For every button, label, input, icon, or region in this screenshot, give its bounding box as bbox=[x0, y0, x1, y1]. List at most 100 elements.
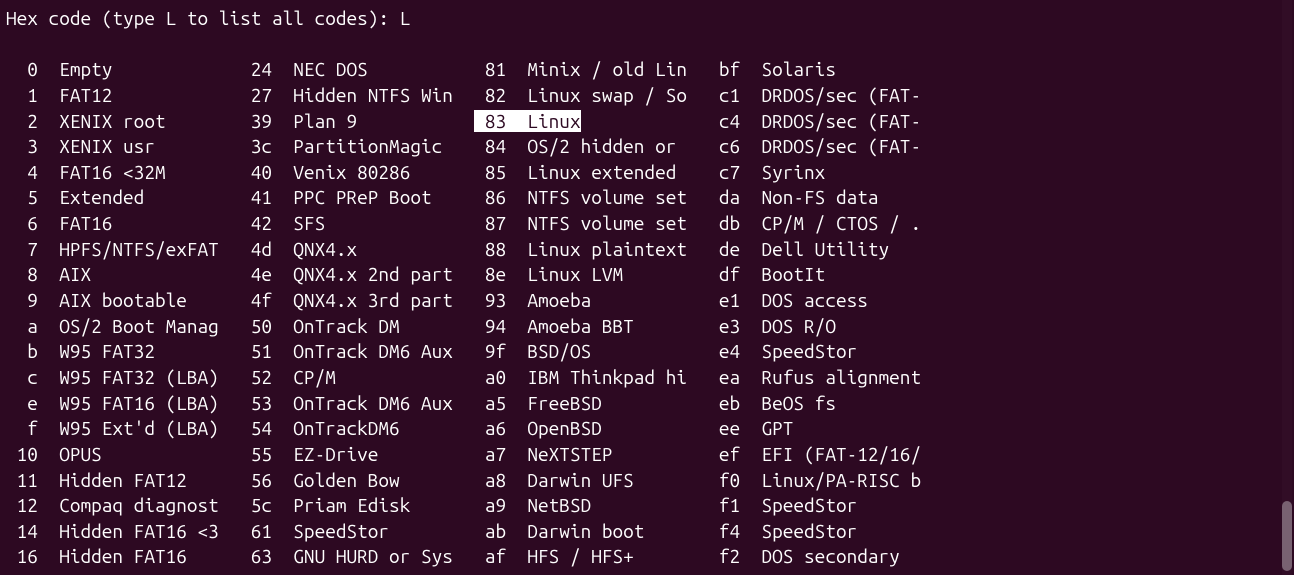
selected-partition-type: 83 Linux bbox=[474, 110, 580, 132]
partition-code: 55 bbox=[240, 443, 272, 465]
partition-code: 14 bbox=[6, 520, 38, 542]
partition-name: OPUS bbox=[59, 443, 240, 465]
partition-code: e3 bbox=[708, 315, 740, 337]
partition-code: e1 bbox=[708, 289, 740, 311]
partition-code: 24 bbox=[240, 58, 272, 80]
partition-name: CP/M / CTOS / . bbox=[761, 212, 942, 234]
partition-code: f1 bbox=[708, 494, 740, 516]
partition-name: Priam Edisk bbox=[293, 494, 474, 516]
partition-code: 93 bbox=[474, 289, 506, 311]
partition-code: 0 bbox=[6, 58, 38, 80]
partition-name: Plan 9 bbox=[293, 110, 474, 132]
partition-code: ee bbox=[708, 417, 740, 439]
partition-name: Darwin UFS bbox=[527, 469, 708, 491]
scrollbar-track[interactable] bbox=[1282, 0, 1292, 575]
partition-name: OnTrackDM6 bbox=[293, 417, 474, 439]
partition-code: 7 bbox=[6, 238, 38, 260]
partition-name: GPT bbox=[761, 417, 942, 439]
partition-name: SpeedStor bbox=[761, 340, 942, 362]
partition-code: 8e bbox=[474, 263, 506, 285]
partition-name: OnTrack DM bbox=[293, 315, 474, 337]
terminal-screen[interactable]: Hex code (type L to list all codes): L 0… bbox=[6, 6, 1288, 569]
partition-name: Syrinx bbox=[761, 161, 942, 183]
partition-name: Empty bbox=[59, 58, 240, 80]
partition-code: 86 bbox=[474, 186, 506, 208]
partition-name: QNX4.x 2nd part bbox=[293, 263, 474, 285]
partition-name: QNX4.x 3rd part bbox=[293, 289, 474, 311]
partition-name: NeXTSTEP bbox=[527, 443, 708, 465]
partition-name: DRDOS/sec (FAT- bbox=[761, 84, 942, 106]
partition-name: DRDOS/sec (FAT- bbox=[761, 135, 942, 157]
partition-name: DOS R/O bbox=[761, 315, 942, 337]
partition-code: 4e bbox=[240, 263, 272, 285]
partition-name: FAT12 bbox=[59, 84, 240, 106]
partition-name: BSD/OS bbox=[527, 340, 708, 362]
partition-code: da bbox=[708, 186, 740, 208]
partition-code: c4 bbox=[708, 110, 740, 132]
partition-code: f0 bbox=[708, 469, 740, 491]
partition-code: 61 bbox=[240, 520, 272, 542]
partition-code: ef bbox=[708, 443, 740, 465]
partition-code: 16 bbox=[6, 545, 38, 567]
partition-code: 54 bbox=[240, 417, 272, 439]
partition-name: Hidden NTFS Win bbox=[293, 84, 474, 106]
partition-name: DRDOS/sec (FAT- bbox=[761, 110, 942, 132]
partition-name: QNX4.x bbox=[293, 238, 474, 260]
partition-name: Rufus alignment bbox=[761, 366, 942, 388]
partition-code: f2 bbox=[708, 545, 740, 567]
partition-code: 4f bbox=[240, 289, 272, 311]
partition-name: Linux LVM bbox=[527, 263, 708, 285]
partition-name: OpenBSD bbox=[527, 417, 708, 439]
partition-name: NTFS volume set bbox=[527, 212, 708, 234]
partition-code: 84 bbox=[474, 135, 506, 157]
partition-code: 81 bbox=[474, 58, 506, 80]
partition-name: Dell Utility bbox=[761, 238, 942, 260]
partition-code: a0 bbox=[474, 366, 506, 388]
partition-code: 4 bbox=[6, 161, 38, 183]
partition-name: Non-FS data bbox=[761, 186, 942, 208]
partition-name: Amoeba BBT bbox=[527, 315, 708, 337]
partition-name: PartitionMagic bbox=[293, 135, 474, 157]
partition-code: 8 bbox=[6, 263, 38, 285]
partition-code: ea bbox=[708, 366, 740, 388]
partition-name: W95 FAT32 bbox=[59, 340, 240, 362]
partition-name: SpeedStor bbox=[761, 494, 942, 516]
partition-name: IBM Thinkpad hi bbox=[527, 366, 708, 388]
partition-code: a6 bbox=[474, 417, 506, 439]
partition-code: db bbox=[708, 212, 740, 234]
partition-code: 9 bbox=[6, 289, 38, 311]
partition-name: XENIX usr bbox=[59, 135, 240, 157]
partition-name: HPFS/NTFS/exFAT bbox=[59, 238, 240, 260]
partition-code: 51 bbox=[240, 340, 272, 362]
partition-code: 3 bbox=[6, 135, 38, 157]
partition-code: a bbox=[6, 315, 38, 337]
partition-name: NTFS volume set bbox=[527, 186, 708, 208]
partition-code: f bbox=[6, 417, 38, 439]
partition-code: c bbox=[6, 366, 38, 388]
partition-code: 87 bbox=[474, 212, 506, 234]
partition-name: Darwin boot bbox=[527, 520, 708, 542]
partition-name: Minix / old Lin bbox=[527, 58, 708, 80]
partition-name: EFI (FAT-12/16/ bbox=[761, 443, 942, 465]
partition-code: b bbox=[6, 340, 38, 362]
partition-code: 11 bbox=[6, 469, 38, 491]
partition-code: 63 bbox=[240, 545, 272, 567]
partition-code: e bbox=[6, 392, 38, 414]
partition-code: 40 bbox=[240, 161, 272, 183]
partition-code: bf bbox=[708, 58, 740, 80]
partition-code: a5 bbox=[474, 392, 506, 414]
partition-code: 41 bbox=[240, 186, 272, 208]
prompt-input[interactable]: L bbox=[400, 7, 411, 29]
partition-name: DOS access bbox=[761, 289, 942, 311]
partition-code: 88 bbox=[474, 238, 506, 260]
partition-name: BootIt bbox=[761, 263, 942, 285]
partition-name: W95 Ext'd (LBA) bbox=[59, 417, 240, 439]
partition-code: a8 bbox=[474, 469, 506, 491]
partition-code: 5c bbox=[240, 494, 272, 516]
partition-code: df bbox=[708, 263, 740, 285]
partition-name: OS/2 hidden or bbox=[527, 135, 708, 157]
partition-code: 56 bbox=[240, 469, 272, 491]
partition-name: NEC DOS bbox=[293, 58, 474, 80]
scrollbar-thumb[interactable] bbox=[1282, 501, 1292, 571]
partition-name: BeOS fs bbox=[761, 392, 942, 414]
